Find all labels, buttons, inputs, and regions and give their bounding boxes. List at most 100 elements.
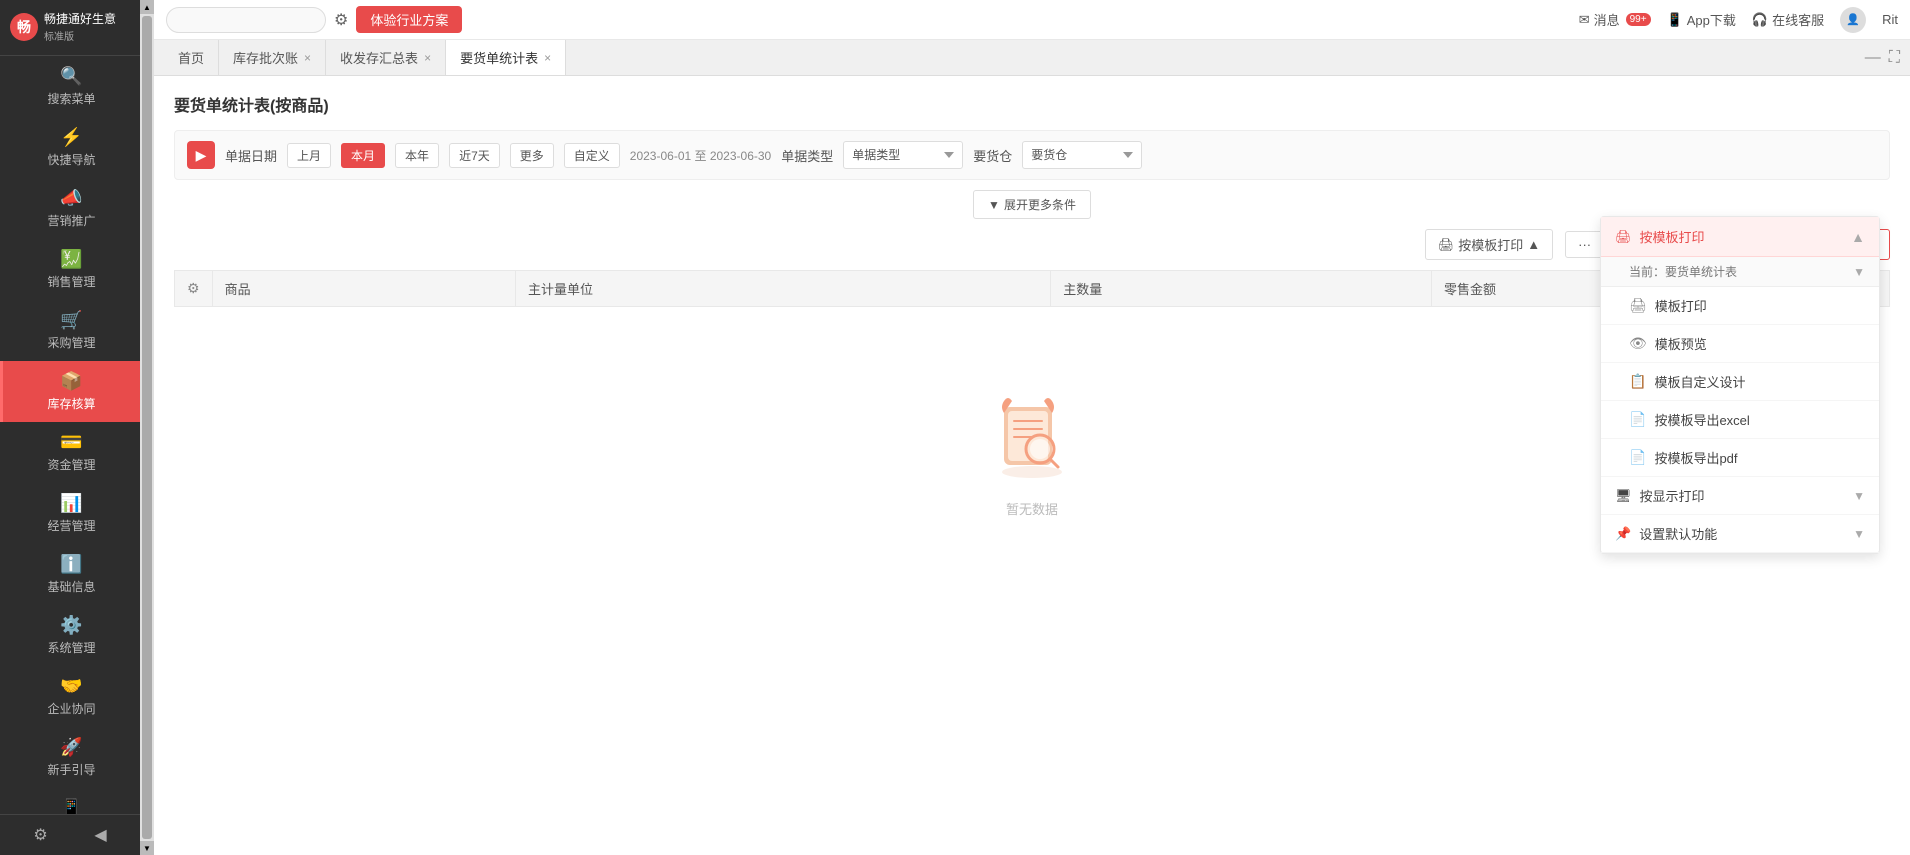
- tab-batch-account[interactable]: 库存批次账 ×: [219, 40, 326, 75]
- scroll-thumb: [142, 16, 152, 839]
- finance-icon: 💳: [60, 432, 82, 453]
- more-actions-btn[interactable]: ···: [1565, 231, 1604, 258]
- col-quantity: 主数量: [1051, 271, 1432, 307]
- dropdown-item-export-excel[interactable]: 📄 按模板导出excel: [1601, 401, 1879, 439]
- logo-name: 畅捷通好生意: [44, 12, 116, 28]
- dropdown-section-set-default[interactable]: 📌 设置默认功能 ▼: [1601, 515, 1879, 553]
- dropdown-item-template-preview[interactable]: 👁 模板预览: [1601, 325, 1879, 363]
- chevron-up-icon: ▲: [1527, 237, 1540, 252]
- sidebar-item-operations[interactable]: 📊 经营管理: [0, 483, 140, 544]
- col-unit: 主计量单位: [515, 271, 1050, 307]
- col-product: 商品: [212, 271, 515, 307]
- scroll-up-btn[interactable]: ▲: [140, 0, 154, 14]
- app-download-icon: 📱: [1667, 12, 1683, 28]
- logo-icon: 畅: [10, 13, 38, 41]
- user-name[interactable]: Rit: [1882, 12, 1898, 27]
- export-pdf-icon: 📄: [1629, 449, 1646, 466]
- sales-icon: 💹: [60, 249, 82, 270]
- print-label: 按模板打印: [1458, 235, 1523, 254]
- display-print-icon: 🖥: [1615, 488, 1632, 504]
- settings-footer-icon[interactable]: ⚙: [33, 825, 47, 845]
- tab-order-stats[interactable]: 要货单统计表 ×: [446, 40, 566, 75]
- table-settings-icon[interactable]: ⚙: [187, 280, 200, 296]
- collab-icon: 🤝: [60, 676, 82, 697]
- sidebar-item-inventory[interactable]: 📦 库存核算: [0, 361, 140, 422]
- message-icon: ✉: [1579, 12, 1590, 28]
- messages-badge: 99+: [1626, 13, 1651, 26]
- marketing-icon: 📣: [60, 188, 82, 209]
- collapse-icon[interactable]: ◀: [94, 825, 106, 845]
- print-dropdown-icon: 🖨: [1615, 229, 1632, 245]
- sidebar-item-marketing[interactable]: 📣 营销推广: [0, 178, 140, 239]
- quicknav-icon: ⚡: [60, 127, 82, 148]
- dropdown-close-icon[interactable]: ▲: [1851, 229, 1865, 245]
- print-btn[interactable]: 🖨 按模板打印 ▲: [1425, 229, 1553, 260]
- inventory-icon: 📦: [60, 371, 82, 392]
- maximize-btn[interactable]: ⛶: [1889, 49, 1900, 67]
- export-excel-icon: 📄: [1629, 411, 1646, 428]
- expand-icon: ▼: [988, 198, 1000, 212]
- sidebar-item-system[interactable]: ⚙️ 系统管理: [0, 605, 140, 666]
- topbar-search-input[interactable]: [166, 7, 326, 33]
- sidebar-item-purchase[interactable]: 🛒 采购管理: [0, 300, 140, 361]
- cargo-select[interactable]: 要货仓: [1022, 141, 1142, 169]
- date-btn-last-month[interactable]: 上月: [287, 143, 331, 168]
- date-range-display: 2023-06-01 至 2023-06-30: [630, 147, 771, 164]
- dropdown-item-template-print[interactable]: 🖨 模板打印: [1601, 287, 1879, 325]
- dropdown-item-template-design[interactable]: 📋 模板自定义设计: [1601, 363, 1879, 401]
- online-service-item[interactable]: 🎧 在线客服: [1752, 10, 1824, 29]
- page-content: 要货单统计表(按商品) ▶ 单据日期 上月 本月 本年 近7天 更多 自定义 2…: [154, 76, 1910, 855]
- minimize-btn[interactable]: —: [1865, 49, 1881, 67]
- user-avatar[interactable]: 👤: [1840, 7, 1866, 33]
- date-btn-this-year[interactable]: 本年: [395, 143, 439, 168]
- sidebar-item-basic[interactable]: ℹ️ 基础信息: [0, 544, 140, 605]
- basic-icon: ℹ️: [60, 554, 82, 575]
- sidebar-item-label: 企业协同: [47, 700, 95, 717]
- tab-receipt-summary[interactable]: 收发存汇总表 ×: [326, 40, 446, 75]
- sidebar-item-label: 资金管理: [47, 456, 95, 473]
- sidebar-item-guide[interactable]: 🚀 新手引导: [0, 727, 140, 788]
- page-title: 要货单统计表(按商品): [174, 92, 1890, 116]
- dropdown-header[interactable]: 🖨 按模板打印 ▲: [1601, 217, 1879, 257]
- messages-item[interactable]: ✉ 消息 99+: [1579, 10, 1651, 29]
- more-icon: ···: [1578, 237, 1591, 252]
- date-btn-this-month[interactable]: 本月: [341, 143, 385, 168]
- dropdown-item-label: 模板预览: [1655, 334, 1707, 353]
- expand-label: 展开更多条件: [1004, 196, 1076, 213]
- sidebar-item-sales[interactable]: 💹 销售管理: [0, 239, 140, 300]
- col-settings: ⚙: [175, 271, 213, 307]
- date-btn-custom[interactable]: 自定义: [564, 143, 620, 168]
- sidebar-item-label: 经营管理: [47, 517, 95, 534]
- sidebar-item-label: 库存核算: [47, 395, 95, 412]
- doc-type-select[interactable]: 单据类型: [843, 141, 963, 169]
- close-batch-account-tab[interactable]: ×: [304, 51, 311, 65]
- avatar-placeholder: 👤: [1846, 13, 1860, 26]
- sidebar-item-search[interactable]: 🔍 搜索菜单: [0, 56, 140, 117]
- dropdown-item-label: 模板自定义设计: [1654, 372, 1745, 391]
- sidebar-item-apps[interactable]: 📱 应用中心: [0, 788, 140, 814]
- expand-more-conditions-btn[interactable]: ▼ 展开更多条件: [973, 190, 1091, 219]
- date-btn-7days[interactable]: 近7天: [449, 143, 500, 168]
- topbar-gear-icon[interactable]: ⚙: [334, 10, 348, 30]
- app-download-item[interactable]: 📱 App下载: [1667, 10, 1736, 29]
- filter-bar: ▶ 单据日期 上月 本月 本年 近7天 更多 自定义 2023-06-01 至 …: [174, 130, 1890, 180]
- tab-home[interactable]: 首页: [164, 40, 219, 75]
- scroll-down-btn[interactable]: ▼: [140, 841, 154, 855]
- guide-icon: 🚀: [60, 737, 82, 758]
- sidebar-item-label: 营销推广: [47, 212, 95, 229]
- sidebar-item-quicknav[interactable]: ⚡ 快捷导航: [0, 117, 140, 178]
- trial-btn[interactable]: 体验行业方案: [356, 6, 462, 33]
- printer-icon: 🖨: [1438, 237, 1455, 253]
- sidebar-item-finance[interactable]: 💳 资金管理: [0, 422, 140, 483]
- dropdown-item-label: 按模板导出pdf: [1654, 448, 1737, 467]
- date-btn-more[interactable]: 更多: [510, 143, 554, 168]
- close-order-stats-tab[interactable]: ×: [544, 51, 551, 65]
- current-label-text: 当前：要货单统计表: [1629, 263, 1737, 280]
- set-default-icon: 📌: [1615, 526, 1631, 542]
- close-receipt-summary-tab[interactable]: ×: [424, 51, 431, 65]
- dropdown-section-display-print[interactable]: 🖥 按显示打印 ▼: [1601, 477, 1879, 515]
- sidebar-item-collab[interactable]: 🤝 企业协同: [0, 666, 140, 727]
- filter-expand-btn[interactable]: ▶: [187, 141, 215, 169]
- dropdown-item-export-pdf[interactable]: 📄 按模板导出pdf: [1601, 439, 1879, 477]
- apps-icon: 📱: [60, 798, 82, 814]
